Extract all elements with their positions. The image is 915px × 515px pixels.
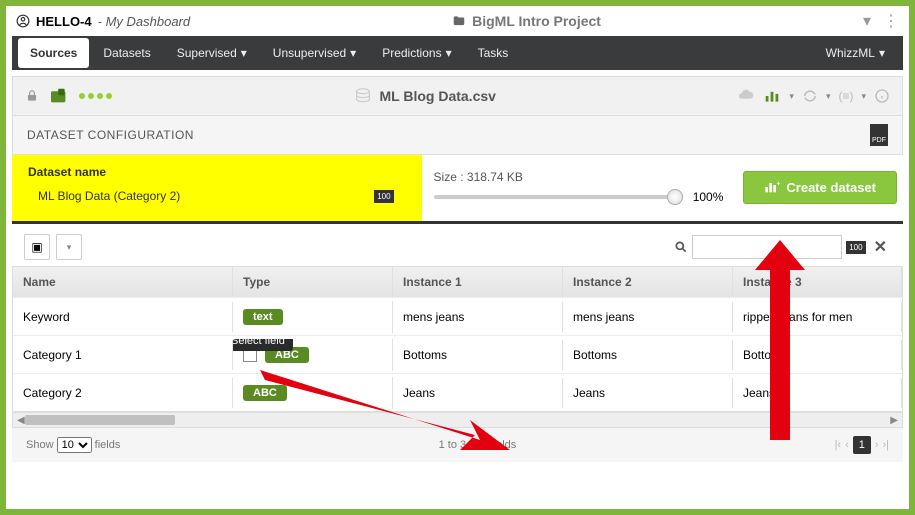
- col-instance1[interactable]: Instance 1: [393, 267, 563, 297]
- last-page-icon[interactable]: ›|: [882, 439, 889, 451]
- tab-whizzml[interactable]: WhizzML ▾: [814, 38, 897, 68]
- dashboard-name: - My Dashboard: [98, 14, 191, 29]
- page-number[interactable]: 1: [853, 436, 871, 454]
- caret-down-icon: ▾: [446, 46, 452, 60]
- info-icon[interactable]: [874, 88, 890, 104]
- row-value: mens jeans: [393, 302, 563, 332]
- project-dropdown-icon[interactable]: ▾: [863, 11, 871, 31]
- bars-icon[interactable]: [763, 89, 781, 103]
- row-name: Category 2: [13, 378, 233, 408]
- row-name: Keyword: [13, 302, 233, 332]
- project-name[interactable]: BigML Intro Project: [472, 13, 601, 29]
- pdf-icon[interactable]: PDF: [870, 124, 888, 146]
- create-dataset-button[interactable]: + Create dataset: [743, 171, 897, 204]
- row-value: Bottoms: [563, 340, 733, 370]
- type-tag: text: [243, 309, 283, 325]
- row-value: Bottoms: [733, 340, 902, 370]
- row-value: ripped jeans for men: [733, 302, 902, 332]
- select-field-tooltip: Select field: [233, 339, 293, 351]
- col-instance3[interactable]: Instance 3: [733, 267, 902, 297]
- input-badge-icon: 100: [846, 241, 865, 254]
- tab-supervised[interactable]: Supervised ▾: [165, 38, 259, 68]
- menu-icon[interactable]: ⋮: [883, 11, 899, 31]
- caret-down-icon: ▾: [241, 46, 247, 60]
- slider-pct: 100%: [693, 190, 724, 204]
- table-row: Keyword text mens jeans mens jeans rippe…: [13, 297, 902, 335]
- type-tag: ABC: [243, 385, 287, 401]
- row-value: Jeans: [393, 378, 563, 408]
- size-slider[interactable]: [434, 195, 683, 199]
- fields-table: Name Type Instance 1 Instance 2 Instance…: [12, 266, 903, 412]
- caret-down-icon: ▾: [350, 46, 356, 60]
- show-fields: Show 10 fields: [26, 437, 120, 453]
- row-value: mens jeans: [563, 302, 733, 332]
- config-title: DATASET CONFIGURATION: [27, 128, 194, 142]
- equals-icon[interactable]: (≡): [838, 89, 853, 103]
- search-input[interactable]: [692, 235, 842, 259]
- select-all-toggle[interactable]: ▣: [24, 234, 50, 260]
- pagination: |‹ ‹ 1 › ›|: [835, 436, 889, 454]
- tab-sources[interactable]: Sources: [18, 38, 89, 68]
- dataset-name-input[interactable]: [38, 189, 374, 203]
- status-dots: [79, 93, 112, 99]
- file-name: ML Blog Data.csv: [379, 88, 495, 104]
- select-dropdown[interactable]: ▾: [56, 234, 82, 260]
- row-value: Jeans: [563, 378, 733, 408]
- dataset-name-label: Dataset name: [28, 165, 404, 179]
- caret-down-icon: ▾: [879, 46, 885, 60]
- account-name: HELLO-4: [36, 14, 92, 29]
- source-icon[interactable]: [49, 88, 69, 104]
- col-name[interactable]: Name: [13, 267, 233, 297]
- refresh-icon[interactable]: [802, 89, 818, 103]
- input-badge-icon: 100: [374, 190, 393, 203]
- clear-search-icon[interactable]: ✕: [870, 237, 891, 257]
- main-nav: Sources Datasets Supervised ▾ Unsupervis…: [12, 36, 903, 70]
- folder-icon: [452, 14, 466, 28]
- cloud-icon[interactable]: [737, 89, 755, 103]
- col-type[interactable]: Type: [233, 267, 393, 297]
- prev-page-icon[interactable]: ‹: [845, 439, 849, 451]
- perpage-select[interactable]: 10: [57, 437, 92, 453]
- cylinder-icon: [353, 88, 373, 104]
- table-row: Category 2 ABC Jeans Jeans Jeans: [13, 373, 902, 411]
- size-label: Size : 318.74 KB: [434, 170, 724, 184]
- range-label: 1 to 3 of 3 fields: [439, 439, 517, 451]
- user-icon: [16, 14, 30, 28]
- lock-icon[interactable]: [25, 89, 39, 103]
- caret-down-icon: ▾: [789, 91, 794, 102]
- svg-text:+: +: [777, 181, 780, 188]
- tab-datasets[interactable]: Datasets: [91, 38, 162, 68]
- search-icon[interactable]: [674, 240, 688, 254]
- table-row: Category 1 Select field ABC Bottoms Bott…: [13, 335, 902, 373]
- tab-predictions[interactable]: Predictions ▾: [370, 38, 463, 68]
- col-instance2[interactable]: Instance 2: [563, 267, 733, 297]
- first-page-icon[interactable]: |‹: [835, 439, 842, 451]
- tab-unsupervised[interactable]: Unsupervised ▾: [261, 38, 368, 68]
- row-value: Jeans: [733, 378, 902, 408]
- row-name: Category 1: [13, 340, 233, 370]
- next-page-icon[interactable]: ›: [875, 439, 879, 451]
- bars-plus-icon: +: [764, 180, 780, 194]
- tab-tasks[interactable]: Tasks: [466, 38, 521, 68]
- h-scrollbar[interactable]: ◀▶: [12, 412, 903, 428]
- row-value: Bottoms: [393, 340, 563, 370]
